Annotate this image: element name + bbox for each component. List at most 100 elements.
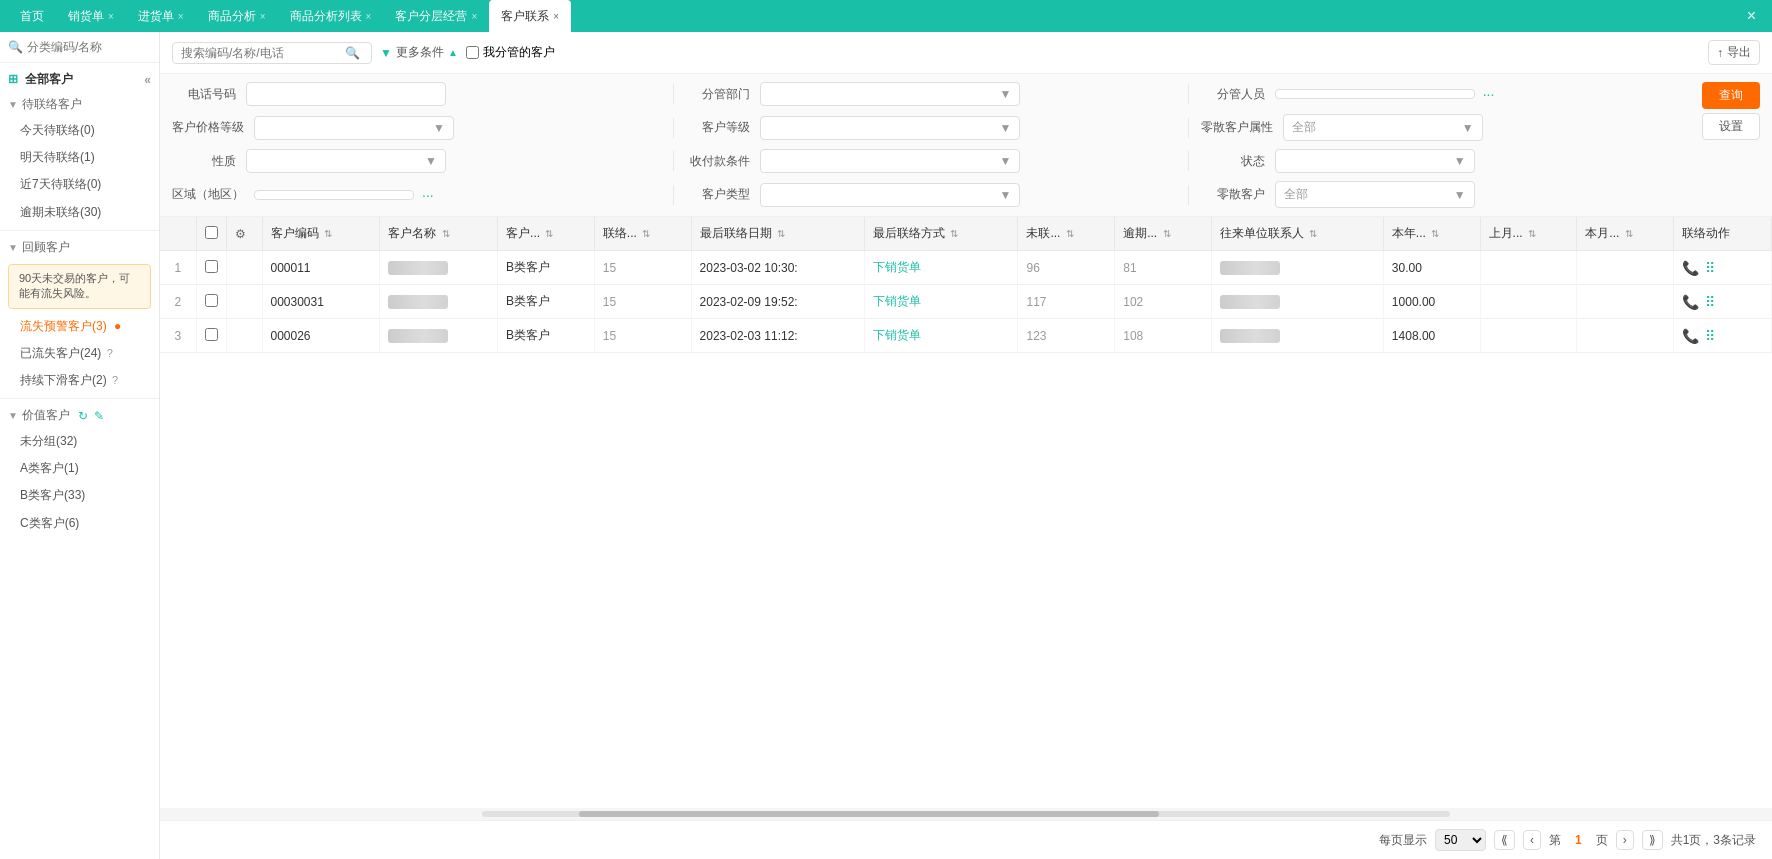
next-page-btn[interactable]: › — [1616, 830, 1634, 850]
action-phone-icon[interactable]: 📞 — [1682, 260, 1699, 276]
first-page-btn[interactable]: ⟪ — [1494, 830, 1515, 850]
last-way-link[interactable]: 下销货单 — [873, 328, 921, 342]
search-submit-icon[interactable]: 🔍 — [345, 46, 360, 60]
my-customers-checkbox[interactable] — [466, 46, 479, 59]
cell-last-date: 2023-02-09 19:52: — [691, 285, 864, 319]
cell-checkbox[interactable] — [196, 285, 226, 319]
cell-last-way[interactable]: 下销货单 — [864, 319, 1018, 353]
action-phone-icon[interactable]: 📞 — [1682, 294, 1699, 310]
customer-table: ⚙ 客户编码 ⇅ 客户名称 ⇅ 客户... ⇅ — [160, 217, 1772, 353]
last-month-sort-icon[interactable]: ⇅ — [1528, 228, 1536, 239]
edit-value-icon[interactable]: ✎ — [94, 409, 104, 423]
cell-last-way[interactable]: 下销货单 — [864, 251, 1018, 285]
settings-btn[interactable]: 设置 — [1702, 113, 1760, 140]
nav-tab-sales[interactable]: 销货单 × — [56, 0, 126, 32]
row-checkbox[interactable] — [205, 260, 218, 273]
filter-region-select[interactable] — [254, 190, 414, 200]
overdue-sort-icon[interactable]: ⇅ — [1163, 228, 1171, 239]
sidebar-search-input[interactable] — [27, 40, 160, 54]
region-dots[interactable]: ··· — [418, 187, 438, 203]
filter-manager-select[interactable] — [1275, 89, 1475, 99]
last-way-link[interactable]: 下销货单 — [873, 294, 921, 308]
cell-checkbox[interactable] — [196, 319, 226, 353]
query-btn[interactable]: 查询 — [1702, 82, 1760, 109]
sidebar-item-ungroup[interactable]: 未分组(32) — [0, 428, 159, 455]
my-customers-label[interactable]: 我分管的客户 — [466, 44, 555, 61]
sidebar-item-declining[interactable]: 持续下滑客户(2) ? — [0, 367, 159, 394]
sidebar-item-week-contact[interactable]: 近7天待联络(0) — [0, 171, 159, 198]
sidebar-item-type-c[interactable]: C类客户(6) — [0, 510, 159, 537]
gear-icon[interactable]: ⚙ — [235, 227, 246, 241]
close-product-list-tab[interactable]: × — [366, 11, 372, 22]
filter-nature: 性质 ▼ — [172, 149, 661, 173]
scrollbar-thumb[interactable] — [579, 811, 1159, 817]
select-all-checkbox[interactable] — [205, 226, 218, 239]
cell-checkbox[interactable] — [196, 251, 226, 285]
filter-nature-select[interactable]: ▼ — [246, 149, 446, 173]
this-month-sort-icon[interactable]: ⇅ — [1625, 228, 1633, 239]
nav-tab-home[interactable]: 首页 — [8, 8, 56, 25]
action-menu-icon[interactable]: ⠿ — [1705, 328, 1715, 344]
sidebar-item-overdue-contact[interactable]: 逾期未联络(30) — [0, 199, 159, 226]
nav-tab-product-list[interactable]: 商品分析列表 × — [278, 0, 384, 32]
filter-dept-select[interactable]: ▼ — [760, 82, 1020, 106]
sidebar-item-today-contact[interactable]: 今天待联络(0) — [0, 117, 159, 144]
filter-sparse-select[interactable]: 全部 ▼ — [1275, 181, 1475, 208]
action-phone-icon[interactable]: 📞 — [1682, 328, 1699, 344]
close-customer-contact-tab[interactable]: × — [553, 11, 559, 22]
last-page-btn[interactable]: ⟫ — [1642, 830, 1663, 850]
search-input[interactable] — [181, 46, 341, 60]
th-gear[interactable]: ⚙ — [226, 217, 262, 251]
uncontacted-sort-icon[interactable]: ⇅ — [1066, 228, 1074, 239]
year-sort-icon[interactable]: ⇅ — [1431, 228, 1439, 239]
last-way-link[interactable]: 下销货单 — [873, 260, 921, 274]
th-index — [160, 217, 196, 251]
row-checkbox[interactable] — [205, 328, 218, 341]
nav-tab-customer-tier[interactable]: 客户分层经营 × — [383, 0, 489, 32]
scrollbar-area[interactable] — [160, 808, 1772, 820]
name-sort-icon[interactable]: ⇅ — [442, 228, 450, 239]
close-customer-tier-tab[interactable]: × — [471, 11, 477, 22]
group-value-customers[interactable]: ▼ 价值客户 ↻ ✎ — [0, 403, 159, 428]
manager-dots[interactable]: ··· — [1479, 86, 1499, 102]
filter-phone-input[interactable] — [246, 82, 446, 106]
last-date-sort-icon[interactable]: ⇅ — [777, 228, 785, 239]
row-checkbox[interactable] — [205, 294, 218, 307]
unit-sort-icon[interactable]: ⇅ — [1309, 228, 1317, 239]
action-menu-icon[interactable]: ⠿ — [1705, 260, 1715, 276]
code-sort-icon[interactable]: ⇅ — [324, 228, 332, 239]
close-sales-tab[interactable]: × — [108, 11, 114, 22]
refresh-value-icon[interactable]: ↻ — [78, 409, 88, 423]
contact-sort-icon[interactable]: ⇅ — [642, 228, 650, 239]
sidebar-item-lost[interactable]: 已流失客户(24) ? — [0, 340, 159, 367]
nav-tab-purchase[interactable]: 进货单 × — [126, 0, 196, 32]
last-way-sort-icon[interactable]: ⇅ — [950, 228, 958, 239]
collapse-btn[interactable]: « — [144, 73, 151, 87]
filter-status-select[interactable]: ▼ — [1275, 149, 1475, 173]
prev-page-btn[interactable]: ‹ — [1523, 830, 1541, 850]
current-page: 1 — [1569, 831, 1588, 849]
filter-price-grade-select[interactable]: ▼ — [254, 116, 454, 140]
sidebar-item-loss-warning[interactable]: 流失预警客户(3) ● — [0, 313, 159, 340]
type-sort-icon[interactable]: ⇅ — [545, 228, 553, 239]
sidebar-item-type-a[interactable]: A类客户(1) — [0, 455, 159, 482]
filter-customer-type-select[interactable]: ▼ — [760, 183, 1020, 207]
more-conditions-btn[interactable]: ▼ 更多条件 ▲ — [380, 44, 458, 61]
close-all-btn[interactable]: × — [1739, 7, 1764, 25]
nav-tab-customer-contact[interactable]: 客户联系 × — [489, 0, 571, 32]
export-btn[interactable]: ↑ 导出 — [1708, 40, 1760, 65]
filter-payment-select[interactable]: ▼ — [760, 149, 1020, 173]
action-menu-icon[interactable]: ⠿ — [1705, 294, 1715, 310]
filter-customer-grade-select[interactable]: ▼ — [760, 116, 1020, 140]
close-purchase-tab[interactable]: × — [178, 11, 184, 22]
close-product-analysis-tab[interactable]: × — [260, 11, 266, 22]
sidebar-item-tomorrow-contact[interactable]: 明天待联络(1) — [0, 144, 159, 171]
all-customers-header[interactable]: ⊞ 全部客户 « — [0, 63, 159, 92]
group-review-customers[interactable]: ▼ 回顾客户 — [0, 235, 159, 260]
sidebar-item-type-b[interactable]: B类客户(33) — [0, 482, 159, 509]
nav-tab-product-analysis[interactable]: 商品分析 × — [196, 0, 278, 32]
group-pending-contact[interactable]: ▼ 待联络客户 — [0, 92, 159, 117]
cell-last-way[interactable]: 下销货单 — [864, 285, 1018, 319]
per-page-select[interactable]: 50 100 — [1435, 829, 1486, 851]
filter-sparse-attr-select[interactable]: 全部 ▼ — [1283, 114, 1483, 141]
